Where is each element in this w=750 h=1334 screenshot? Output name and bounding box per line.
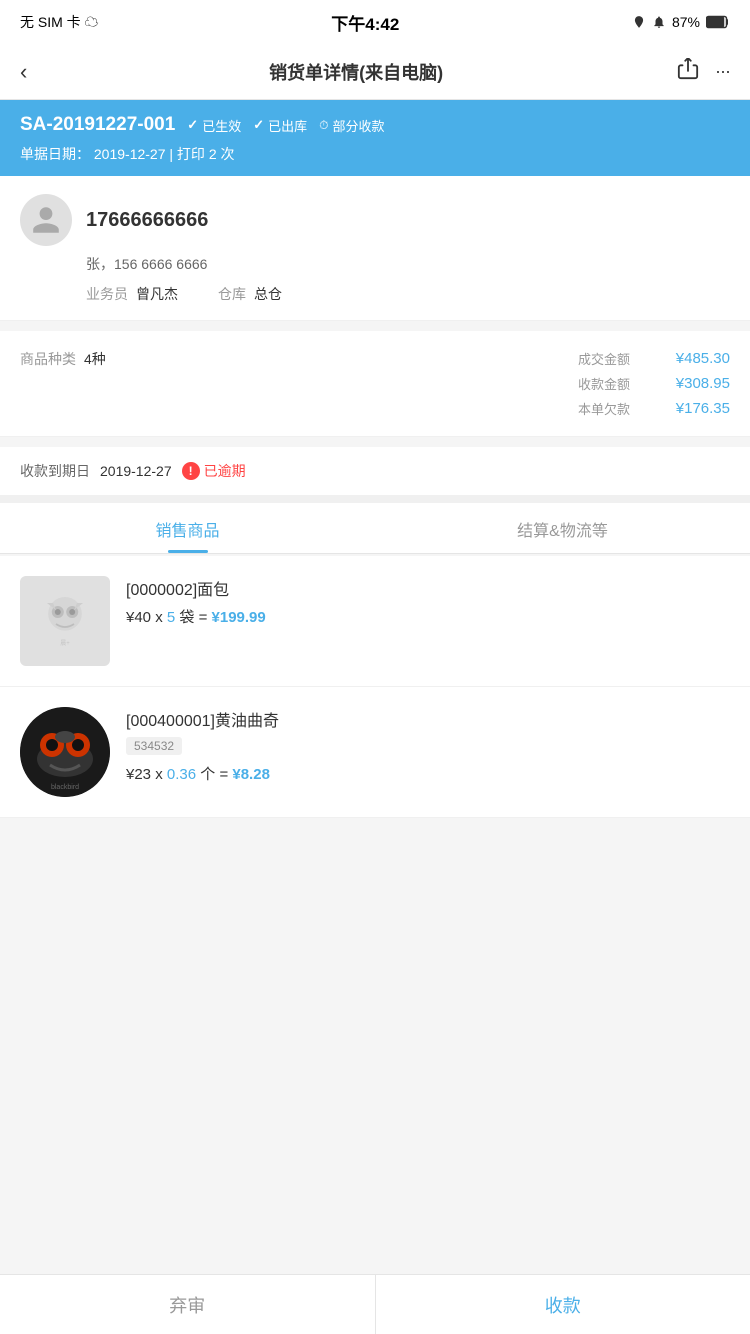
order-summary: 商品种类 4种 成交金额 ¥485.30 收款金额 ¥308.95 本单欠款 ¥…: [0, 331, 750, 437]
debt-amount-row: 本单欠款 ¥176.35: [550, 399, 730, 418]
product-price-1: ¥40 x 5 袋 = ¥199.99: [126, 606, 730, 627]
product-thumbnail-2: blackbird: [20, 707, 110, 797]
product-thumbnail-1: 晨+: [20, 576, 110, 666]
status-badge-shipped: 已出库: [253, 116, 307, 135]
product-name-2: [000400001]黄油曲奇: [126, 707, 730, 731]
product-item: 晨+ [0000002]面包 ¥40 x 5 袋 = ¥199.99: [0, 556, 750, 687]
customer-name-phone: 张，156 6666 6666: [20, 254, 730, 274]
overdue-badge: ! 已逾期: [182, 461, 246, 481]
status-left: 无 SIM 卡 ☁: [20, 12, 99, 32]
product-info-1: [0000002]面包 ¥40 x 5 袋 = ¥199.99: [126, 576, 730, 627]
product-list: 晨+ [0000002]面包 ¥40 x 5 袋 = ¥199.99: [0, 556, 750, 818]
customer-phone: 17666666666: [86, 209, 208, 232]
status-badge-partial: 部分收款: [319, 116, 384, 135]
page-title: 销货单详情(来自电脑): [35, 59, 677, 85]
product-item: blackbird [000400001]黄油曲奇 534532 ¥23 x 0…: [0, 687, 750, 818]
nav-right-actions: ···: [677, 58, 730, 86]
avatar: [20, 194, 72, 246]
status-bar: 无 SIM 卡 ☁ 下午4:42 87%: [0, 0, 750, 44]
svg-text:blackbird: blackbird: [51, 784, 79, 791]
battery-text: 87%: [672, 14, 700, 30]
share-icon[interactable]: [677, 58, 699, 86]
bottom-action-bar: 弃审 收款: [0, 1274, 750, 1334]
deal-amount-row: 成交金额 ¥485.30: [550, 349, 730, 368]
svg-text:晨+: 晨+: [60, 640, 70, 647]
product-price-2: ¥23 x 0.36 个 = ¥8.28: [126, 763, 730, 784]
overdue-icon: !: [182, 462, 200, 480]
due-date-section: 收款到期日 2019-12-27 ! 已逾期: [0, 447, 750, 503]
alarm-icon: [652, 15, 666, 29]
tab-products[interactable]: 销售商品: [0, 503, 375, 553]
product-count: 商品种类 4种: [20, 349, 106, 369]
order-date-row: 单据日期： 2019-12-27 | 打印 2 次: [20, 144, 730, 164]
payment-button[interactable]: 收款: [376, 1275, 750, 1334]
amount-summary: 成交金额 ¥485.30 收款金额 ¥308.95 本单欠款 ¥176.35: [550, 349, 730, 418]
order-id: SA-20191227-001: [20, 114, 175, 136]
location-icon: [632, 15, 646, 29]
status-badge-effective: 已生效: [187, 116, 241, 135]
battery-icon: [706, 15, 730, 29]
tab-bar: 销售商品 结算&物流等: [0, 503, 750, 554]
back-button[interactable]: ‹: [12, 51, 35, 93]
staff-info: 业务员 曾凡杰: [86, 284, 178, 304]
customer-header-row: 17666666666: [20, 194, 730, 246]
reject-button[interactable]: 弃审: [0, 1275, 376, 1334]
customer-section: 17666666666 张，156 6666 6666 业务员 曾凡杰 仓库 总…: [0, 176, 750, 321]
nav-bar: ‹ 销货单详情(来自电脑) ···: [0, 44, 750, 100]
customer-meta: 业务员 曾凡杰 仓库 总仓: [20, 284, 730, 304]
more-icon[interactable]: ···: [715, 61, 730, 82]
product-sku-2: 534532: [126, 737, 182, 755]
product-image-2: blackbird: [20, 707, 110, 797]
warehouse-info: 仓库 总仓: [218, 284, 282, 304]
received-amount-row: 收款金额 ¥308.95: [550, 374, 730, 393]
status-right: 87%: [632, 14, 730, 30]
product-name-1: [0000002]面包: [126, 576, 730, 600]
product-info-2: [000400001]黄油曲奇 534532 ¥23 x 0.36 个 = ¥8…: [126, 707, 730, 784]
status-time: 下午4:42: [331, 10, 399, 35]
order-header-banner: SA-20191227-001 已生效 已出库 部分收款 单据日期： 2019-…: [0, 100, 750, 176]
tab-settlement[interactable]: 结算&物流等: [375, 503, 750, 553]
